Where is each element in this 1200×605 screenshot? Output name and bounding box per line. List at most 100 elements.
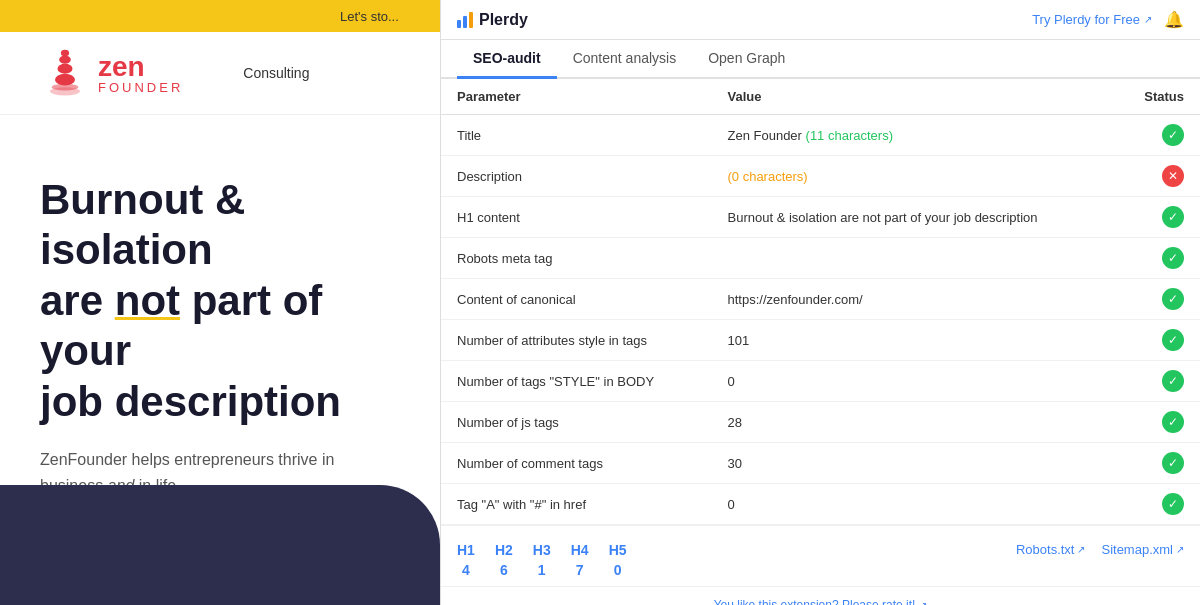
table-row: Robots meta tag ✓ (441, 238, 1200, 279)
plerdy-header: Plerdy Try Plerdy for Free ↗ 🔔 (441, 0, 1200, 40)
table-header: Parameter Value Status (441, 79, 1200, 115)
h4-value: 7 (576, 562, 584, 578)
table-row: Number of js tags 28 ✓ (441, 402, 1200, 443)
logo-bar-3 (469, 12, 473, 28)
external-link-icon: ↗ (1144, 14, 1152, 25)
robots-txt-link[interactable]: Robots.txt ↗ (1016, 542, 1086, 557)
h4-label[interactable]: H4 (571, 542, 589, 558)
zen-logo-icon (40, 48, 90, 98)
seo-table: Parameter Value Status Title Zen Founder… (441, 79, 1200, 525)
h1-col: H1 4 (457, 542, 475, 578)
value-style-body: 0 (711, 361, 1115, 402)
status-robots: ✓ (1115, 238, 1200, 279)
status-title: ✓ (1115, 115, 1200, 156)
website-nav: Consulting (243, 65, 309, 81)
param-canonical: Content of canonical (441, 279, 711, 320)
status-style-body: ✓ (1115, 361, 1200, 402)
value-style-attrs: 101 (711, 320, 1115, 361)
tab-seo-audit[interactable]: SEO-audit (457, 40, 557, 79)
check-icon: ✓ (1162, 370, 1184, 392)
h1-label[interactable]: H1 (457, 542, 475, 558)
check-icon: ✓ (1162, 452, 1184, 474)
value-a-hash: 0 (711, 484, 1115, 525)
zen-logo: zen FOUNDER (40, 48, 183, 98)
tab-content-analysis[interactable]: Content analysis (557, 40, 693, 79)
check-icon: ✓ (1162, 206, 1184, 228)
hero-title-part1: Burnout & isolation (40, 176, 245, 273)
param-description: Description (441, 156, 711, 197)
value-title: Zen Founder (11 characters) (711, 115, 1115, 156)
table-row: Tag "A" with "#" in href 0 ✓ (441, 484, 1200, 525)
external-icon: ↗ (1077, 544, 1085, 555)
svg-point-4 (59, 56, 71, 64)
h5-value: 0 (614, 562, 622, 578)
h2-col: H2 6 (495, 542, 513, 578)
hero-title: Burnout & isolation are not part of your… (40, 175, 400, 427)
param-style-body: Number of tags "STYLE" in BODY (441, 361, 711, 402)
table-row: Number of attributes style in tags 101 ✓ (441, 320, 1200, 361)
h3-col: H3 1 (533, 542, 551, 578)
status-js-tags: ✓ (1115, 402, 1200, 443)
plerdy-tabs: SEO-audit Content analysis Open Graph (441, 40, 1200, 79)
value-canonical: https://zenfounder.com/ (711, 279, 1115, 320)
status-description: ✕ (1115, 156, 1200, 197)
svg-point-5 (61, 50, 69, 57)
h3-label[interactable]: H3 (533, 542, 551, 558)
h3-value: 1 (538, 562, 546, 578)
external-icon: ↗ (1176, 544, 1184, 555)
hero-title-part2: are (40, 277, 115, 324)
error-icon: ✕ (1162, 165, 1184, 187)
rate-link[interactable]: You like this extension? Please rate it!… (714, 598, 928, 605)
tab-open-graph-label: Open Graph (708, 50, 785, 66)
col-parameter: Parameter (441, 79, 711, 115)
table-row: H1 content Burnout & isolation are not p… (441, 197, 1200, 238)
sitemap-xml-label: Sitemap.xml (1101, 542, 1173, 557)
tab-open-graph[interactable]: Open Graph (692, 40, 801, 79)
zen-text: zen (98, 53, 183, 81)
value-comment-tags: 30 (711, 443, 1115, 484)
param-a-hash: Tag "A" with "#" in href (441, 484, 711, 525)
plerdy-logo-icon (457, 12, 473, 28)
value-description: (0 characters) (711, 156, 1115, 197)
logo-bar-1 (457, 20, 461, 28)
logo-bar-2 (463, 16, 467, 28)
hero-title-highlight: not (115, 277, 180, 324)
nav-item-consulting: Consulting (243, 65, 309, 81)
external-icon: ↗ (919, 600, 927, 606)
website-bottom-section (0, 485, 440, 605)
h1-value: 4 (462, 562, 470, 578)
rate-text-label: You like this extension? Please rate it! (714, 598, 916, 605)
sitemap-xml-link[interactable]: Sitemap.xml ↗ (1101, 542, 1184, 557)
banner-text: Let's sto... (340, 9, 399, 24)
tab-content-analysis-label: Content analysis (573, 50, 677, 66)
param-style-attrs: Number of attributes style in tags (441, 320, 711, 361)
param-js-tags: Number of js tags (441, 402, 711, 443)
check-icon: ✓ (1162, 288, 1184, 310)
plerdy-content: Parameter Value Status Title Zen Founder… (441, 79, 1200, 605)
zen-logo-text: zen FOUNDER (98, 53, 183, 94)
param-h1: H1 content (441, 197, 711, 238)
h-tags-table: H1 4 H2 6 H3 1 H4 7 H5 0 (457, 542, 627, 578)
check-icon: ✓ (1162, 247, 1184, 269)
value-robots (711, 238, 1115, 279)
check-icon: ✓ (1162, 329, 1184, 351)
table-row: Title Zen Founder (11 characters) ✓ (441, 115, 1200, 156)
check-icon: ✓ (1162, 124, 1184, 146)
try-plerdy-label: Try Plerdy for Free (1032, 12, 1140, 27)
website-hero: Burnout & isolation are not part of your… (0, 115, 440, 538)
plerdy-actions: Try Plerdy for Free ↗ 🔔 (1032, 10, 1184, 29)
h-tags-section: H1 4 H2 6 H3 1 H4 7 H5 0 (441, 525, 1200, 586)
h5-label[interactable]: H5 (609, 542, 627, 558)
try-plerdy-link[interactable]: Try Plerdy for Free ↗ (1032, 12, 1152, 27)
svg-point-3 (58, 64, 73, 74)
robots-txt-label: Robots.txt (1016, 542, 1075, 557)
status-canonical: ✓ (1115, 279, 1200, 320)
h2-value: 6 (500, 562, 508, 578)
plerdy-panel: Plerdy Try Plerdy for Free ↗ 🔔 SEO-audit… (440, 0, 1200, 605)
table-body: Title Zen Founder (11 characters) ✓ Desc… (441, 115, 1200, 525)
status-comment-tags: ✓ (1115, 443, 1200, 484)
notification-icon[interactable]: 🔔 (1164, 10, 1184, 29)
h2-label[interactable]: H2 (495, 542, 513, 558)
check-icon: ✓ (1162, 493, 1184, 515)
param-robots: Robots meta tag (441, 238, 711, 279)
